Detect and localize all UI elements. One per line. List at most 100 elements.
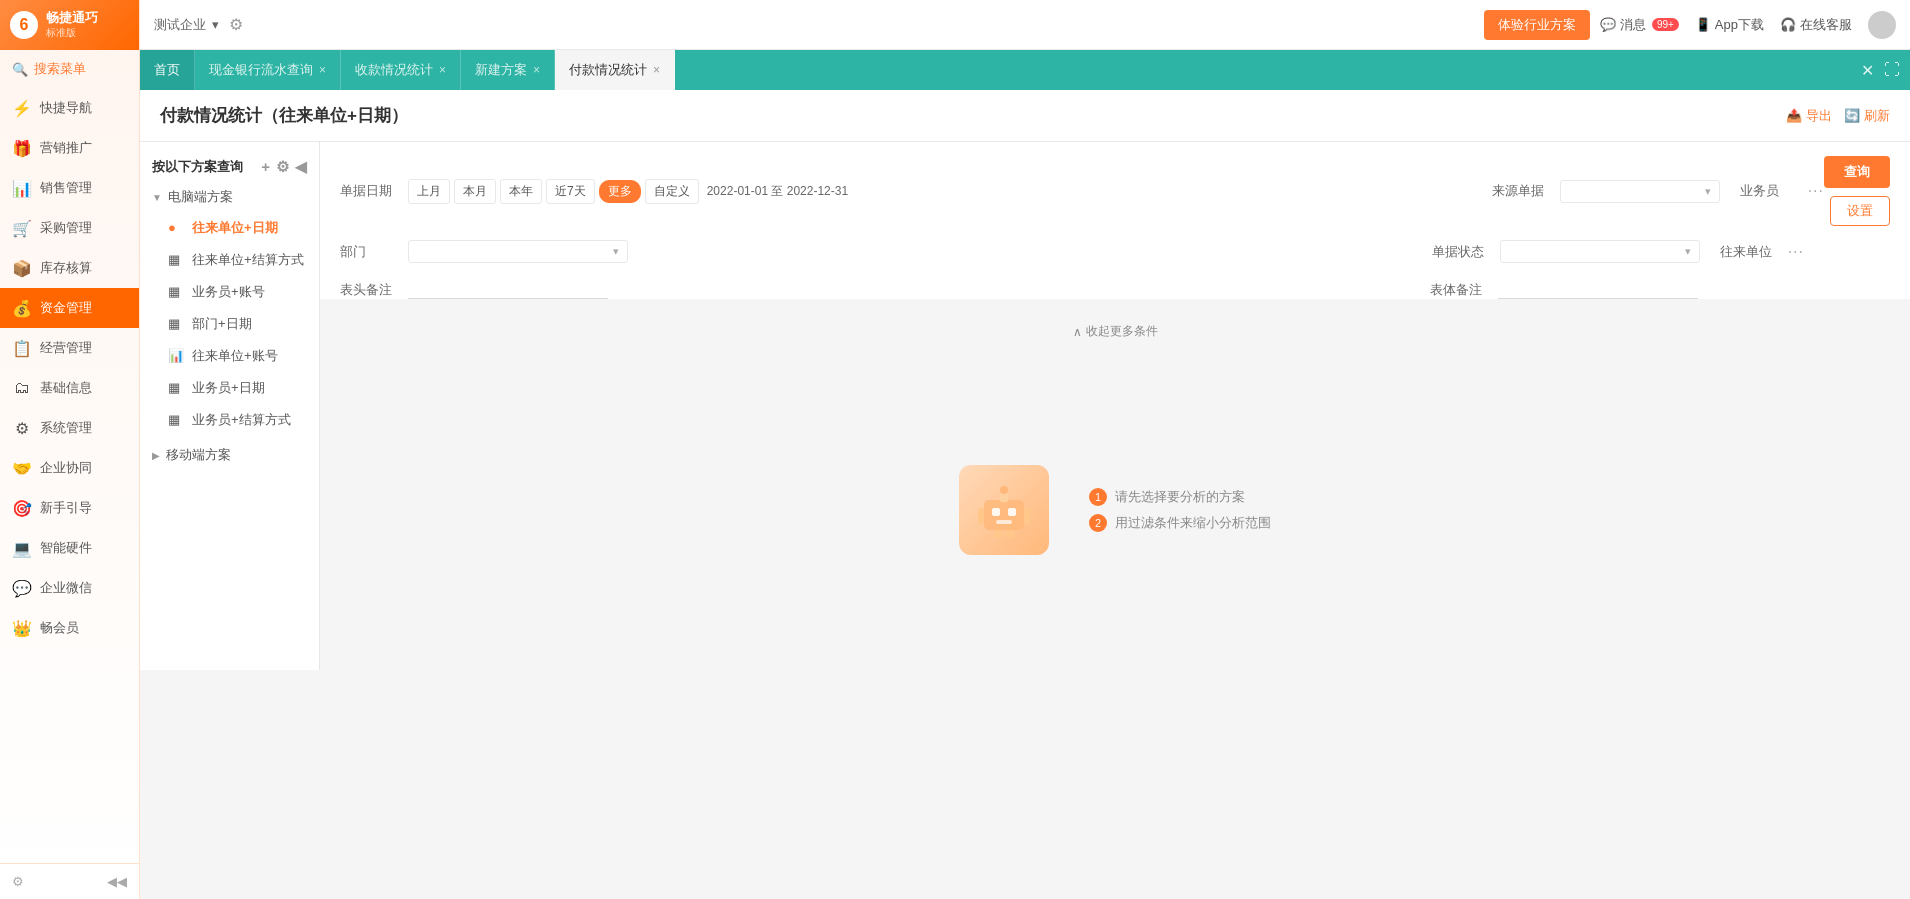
- content-area: 付款情况统计（往来单位+日期） 📤 导出 🔄 刷新 按以下方案查询 +: [140, 90, 1910, 899]
- sidebar-item-inventory[interactable]: 📦 库存核算: [0, 248, 139, 288]
- scheme-item-partner-settle[interactable]: ▦ 往来单位+结算方式: [140, 244, 319, 276]
- partner-dots[interactable]: ···: [1788, 243, 1804, 261]
- sidebar-nav: ⚡ 快捷导航 🎁 营销推广 📊 销售管理 🛒 采购管理 📦 库存核算 💰 资金管…: [0, 88, 139, 863]
- sidebar-item-label: 快捷导航: [40, 99, 92, 117]
- dept-chevron: ▾: [613, 245, 619, 258]
- tip-text-1: 请先选择要分析的方案: [1115, 488, 1245, 506]
- date-btn-last-7[interactable]: 近7天: [546, 179, 595, 204]
- user-avatar[interactable]: [1868, 11, 1896, 39]
- tab-payment-stat[interactable]: 付款情况统计 ×: [555, 50, 675, 90]
- filter-row-1: 单据日期 上月 本月 本年 近7天 更多 自定义 2022-01-01 至 20…: [340, 156, 1890, 226]
- scheme-item-staff-date[interactable]: ▦ 业务员+日期: [140, 372, 319, 404]
- online-service-label: 在线客服: [1800, 16, 1852, 34]
- sidebar-item-marketing[interactable]: 🎁 营销推广: [0, 128, 139, 168]
- date-btn-last-month[interactable]: 上月: [408, 179, 450, 204]
- body-note-input[interactable]: [1498, 277, 1698, 299]
- topbar: 测试企业 ▾ ⚙ 体验行业方案 💬 消息 99+ 📱 App下载 🎧 在线客服: [140, 0, 1910, 50]
- dept-select[interactable]: ▾: [408, 240, 628, 263]
- tab-new-scheme[interactable]: 新建方案 ×: [461, 50, 555, 90]
- scheme-item-label: 业务员+账号: [192, 283, 265, 301]
- sidebar-item-guide[interactable]: 🎯 新手引导: [0, 488, 139, 528]
- collapse-bar[interactable]: ∧ 收起更多条件: [320, 313, 1910, 350]
- date-btn-this-year[interactable]: 本年: [500, 179, 542, 204]
- sidebar-item-label: 企业协同: [40, 459, 92, 477]
- scheme-item-label: 往来单位+账号: [192, 347, 278, 365]
- scheme-item-staff-account[interactable]: ▦ 业务员+账号: [140, 276, 319, 308]
- tab-bank-flow-close[interactable]: ×: [319, 63, 326, 77]
- sidebar-item-system[interactable]: ⚙ 系统管理: [0, 408, 139, 448]
- source-select[interactable]: ▾: [1560, 180, 1720, 203]
- sidebar-item-basic[interactable]: 🗂 基础信息: [0, 368, 139, 408]
- scheme-add-btn[interactable]: +: [261, 158, 270, 176]
- tabbar-end: ✕ ⛶: [1851, 50, 1910, 90]
- sidebar-item-hardware[interactable]: 💻 智能硬件: [0, 528, 139, 568]
- refresh-action[interactable]: 🔄 刷新: [1844, 107, 1890, 125]
- topbar-settings-icon[interactable]: ⚙: [229, 15, 243, 34]
- sidebar-item-collab[interactable]: 🤝 企业协同: [0, 448, 139, 488]
- app-download-icon: 📱: [1695, 17, 1711, 32]
- sidebar-item-label: 新手引导: [40, 499, 92, 517]
- scheme-group-pc-label[interactable]: ▼ 电脑端方案: [140, 182, 319, 212]
- staff-date-icon: ▦: [168, 380, 184, 396]
- app-download-action[interactable]: 📱 App下载: [1695, 16, 1764, 34]
- member-icon: 👑: [12, 618, 32, 638]
- source-chevron: ▾: [1705, 185, 1711, 198]
- service-icon: 🎧: [1780, 17, 1796, 32]
- online-service-action[interactable]: 🎧 在线客服: [1780, 16, 1852, 34]
- scheme-group-mobile-label[interactable]: ▶ 移动端方案: [140, 440, 319, 470]
- tab-expand-icon[interactable]: ⛶: [1884, 61, 1900, 79]
- scheme-settings-btn[interactable]: ⚙: [276, 158, 289, 176]
- tab-payment-stat-close[interactable]: ×: [653, 63, 660, 77]
- sales-label: 业务员: [1740, 182, 1808, 200]
- sidebar-item-label: 基础信息: [40, 379, 92, 397]
- sidebar-item-member[interactable]: 👑 畅会员: [0, 608, 139, 648]
- date-btn-this-month[interactable]: 本月: [454, 179, 496, 204]
- export-action[interactable]: 📤 导出: [1786, 107, 1832, 125]
- sidebar-item-wechat[interactable]: 💬 企业微信: [0, 568, 139, 608]
- logo-icon: 6: [10, 11, 38, 39]
- scheme-item-staff-settle[interactable]: ▦ 业务员+结算方式: [140, 404, 319, 436]
- scheme-item-partner-date[interactable]: ● 往来单位+日期: [140, 212, 319, 244]
- tab-receivable-close[interactable]: ×: [439, 63, 446, 77]
- sidebar-settings-icon[interactable]: ⚙: [12, 874, 24, 889]
- settings-button[interactable]: 设置: [1830, 196, 1890, 226]
- scheme-collapse-btn[interactable]: ◀: [295, 158, 307, 176]
- sidebar-item-quick-nav[interactable]: ⚡ 快捷导航: [0, 88, 139, 128]
- doc-status-label: 单据状态: [1432, 243, 1500, 261]
- sidebar-item-sales[interactable]: 📊 销售管理: [0, 168, 139, 208]
- tab-receivable[interactable]: 收款情况统计 ×: [341, 50, 461, 90]
- date-label: 单据日期: [340, 182, 408, 200]
- head-note-input[interactable]: [408, 277, 608, 299]
- sales-dots[interactable]: ···: [1808, 182, 1824, 200]
- message-action[interactable]: 💬 消息 99+: [1600, 16, 1679, 34]
- tab-new-scheme-close[interactable]: ×: [533, 63, 540, 77]
- page-title: 付款情况统计（往来单位+日期）: [160, 104, 408, 127]
- org-dropdown-icon: ▾: [212, 17, 219, 32]
- tab-bank-flow[interactable]: 现金银行流水查询 ×: [195, 50, 341, 90]
- date-btn-custom[interactable]: 自定义: [645, 179, 699, 204]
- tab-home[interactable]: 首页: [140, 50, 195, 90]
- sidebar-item-purchase[interactable]: 🛒 采购管理: [0, 208, 139, 248]
- sidebar-item-operation[interactable]: 📋 经营管理: [0, 328, 139, 368]
- sidebar-search[interactable]: 🔍 搜索菜单: [0, 50, 139, 88]
- partner-account-icon: 📊: [168, 348, 184, 364]
- sidebar-item-finance[interactable]: 💰 资金管理: [0, 288, 139, 328]
- purchase-icon: 🛒: [12, 218, 32, 238]
- empty-state-area: 1 请先选择要分析的方案 2 用过滤条件来缩小分析范围: [320, 350, 1910, 670]
- sidebar-collapse-icon[interactable]: ◀◀: [107, 874, 127, 889]
- sidebar-item-label: 经营管理: [40, 339, 92, 357]
- scheme-item-partner-account[interactable]: 📊 往来单位+账号: [140, 340, 319, 372]
- filter-main: 单据日期 上月 本月 本年 近7天 更多 自定义 2022-01-01 至 20…: [320, 142, 1910, 670]
- doc-status-select[interactable]: ▾: [1500, 240, 1700, 263]
- date-btn-more[interactable]: 更多: [599, 180, 641, 203]
- partner-label: 往来单位: [1720, 243, 1788, 261]
- basic-icon: 🗂: [12, 378, 32, 398]
- date-range: 2022-01-01 至 2022-12-31: [707, 183, 848, 200]
- svg-rect-0: [984, 500, 1024, 530]
- sidebar-item-label: 库存核算: [40, 259, 92, 277]
- trial-button[interactable]: 体验行业方案: [1484, 10, 1590, 40]
- org-selector[interactable]: 测试企业 ▾: [154, 16, 219, 34]
- tab-close-all-icon[interactable]: ✕: [1861, 61, 1874, 80]
- scheme-item-dept-date[interactable]: ▦ 部门+日期: [140, 308, 319, 340]
- query-button[interactable]: 查询: [1824, 156, 1890, 188]
